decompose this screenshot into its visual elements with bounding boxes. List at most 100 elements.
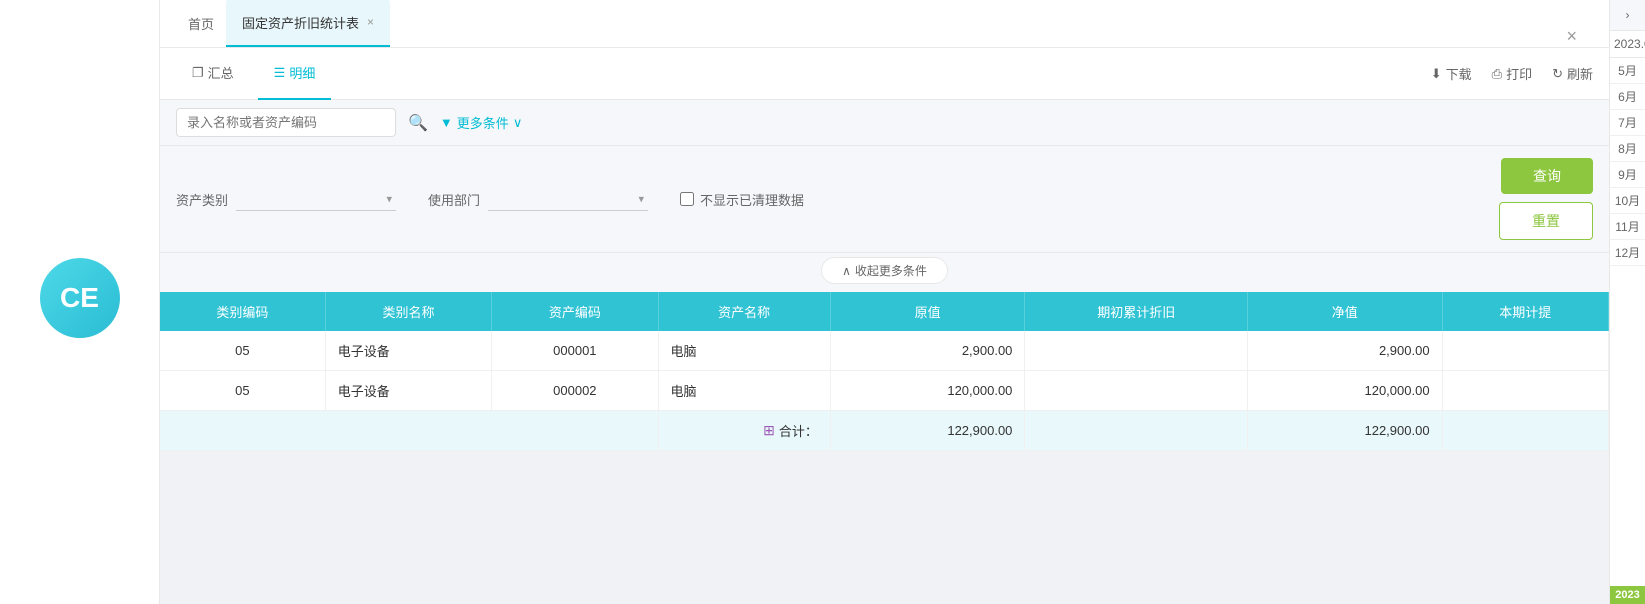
tab-close-button[interactable]: × (367, 15, 374, 29)
asset-category-select[interactable] (236, 187, 396, 211)
month-item-12[interactable]: 12月 (1610, 240, 1645, 266)
total-empty-1 (160, 411, 658, 451)
print-button[interactable]: ⎙ 打印 (1492, 64, 1532, 83)
hide-cleared-checkbox[interactable] (680, 192, 694, 206)
col-original-value: 原值 (830, 292, 1025, 331)
chevron-down-icon: ∨ (513, 115, 523, 131)
hide-cleared-label: 不显示已清理数据 (700, 190, 804, 209)
logo-text: CE (60, 282, 99, 314)
month-item-8[interactable]: 8月 (1610, 136, 1645, 162)
table-total-row: ⊞ 合计： 122,900.00 122,900.00 (160, 411, 1609, 451)
filter-department: 使用部门 (428, 187, 648, 211)
toolbar: ❐ 汇总 ☰ 明细 ⬇ 下载 ⎙ 打印 ↻ 刷新 (160, 48, 1609, 100)
col-category-code: 类别编码 (160, 292, 325, 331)
month-item-7[interactable]: 7月 (1610, 110, 1645, 136)
collapse-bar: ∧ 收起更多条件 (160, 253, 1609, 292)
row1-net-value: 2,900.00 (1247, 331, 1442, 371)
reset-button[interactable]: 重置 (1499, 202, 1593, 240)
tab-bar: 首页 固定资产折旧统计表 × × (160, 0, 1609, 48)
year-badge[interactable]: 2023 (1610, 586, 1645, 604)
total-label-cell: ⊞ 合计： (658, 411, 830, 451)
depreciation-table: 类别编码 类别名称 资产编码 资产名称 原值 期初累计折旧 净值 本期计提 05… (160, 292, 1609, 451)
tab-home[interactable]: 首页 (176, 0, 226, 47)
col-category-name: 类别名称 (325, 292, 491, 331)
month-item-11[interactable]: 11月 (1610, 214, 1645, 240)
month-item-9[interactable]: 9月 (1610, 162, 1645, 188)
row2-asset-name: 电脑 (658, 371, 830, 411)
row1-category-name: 电子设备 (325, 331, 491, 371)
chevron-up-icon: ∧ (842, 264, 851, 278)
hide-cleared-checkbox-item: 不显示已清理数据 (680, 190, 804, 209)
col-asset-code: 资产编码 (492, 292, 658, 331)
filter-panel: 资产类别 使用部门 不显示已清理数据 (160, 146, 1609, 253)
row2-category-code: 05 (160, 371, 325, 411)
total-accumulated (1025, 411, 1248, 451)
table-container: 类别编码 类别名称 资产编码 资产名称 原值 期初累计折旧 净值 本期计提 05… (160, 292, 1609, 604)
tab-depreciation-label: 固定资产折旧统计表 (242, 13, 359, 32)
month-item-6[interactable]: 6月 (1610, 84, 1645, 110)
row1-current-dep (1442, 331, 1608, 371)
col-current-depreciation: 本期计提 (1442, 292, 1608, 331)
row2-current-dep (1442, 371, 1608, 411)
table-row[interactable]: 05 电子设备 000001 电脑 2,900.00 2,900.00 (160, 331, 1609, 371)
row2-category-name: 电子设备 (325, 371, 491, 411)
tab-depreciation[interactable]: 固定资产折旧统计表 × (226, 0, 390, 47)
row1-accumulated (1025, 331, 1248, 371)
logo-emblem: CE (40, 258, 120, 338)
table-row[interactable]: 05 电子设备 000002 电脑 120,000.00 120,000.00 (160, 371, 1609, 411)
filter-asset-category: 资产类别 (176, 187, 396, 211)
department-select-wrapper (488, 187, 648, 211)
row2-net-value: 120,000.00 (1247, 371, 1442, 411)
search-bar: 🔍 ▼ 更多条件 ∨ (160, 100, 1609, 146)
row1-original-value: 2,900.00 (830, 331, 1025, 371)
more-conditions-button[interactable]: ▼ 更多条件 ∨ (440, 113, 522, 132)
filter-row-1: 资产类别 使用部门 不显示已清理数据 (176, 158, 1593, 240)
row1-asset-code: 000001 (492, 331, 658, 371)
total-current-dep (1442, 411, 1608, 451)
refresh-icon: ↻ (1552, 66, 1563, 82)
query-button[interactable]: 查询 (1501, 158, 1593, 194)
layers-icon: ❐ (192, 65, 204, 81)
department-label: 使用部门 (428, 190, 480, 209)
toolbar-actions: ⬇ 下载 ⎙ 打印 ↻ 刷新 (1431, 64, 1593, 83)
total-label-text: 合计： (779, 421, 818, 440)
col-asset-name: 资产名称 (658, 292, 830, 331)
row1-asset-name: 电脑 (658, 331, 830, 371)
download-button[interactable]: ⬇ 下载 (1431, 64, 1472, 83)
collapse-label: 收起更多条件 (855, 262, 927, 279)
row2-accumulated (1025, 371, 1248, 411)
refresh-label: 刷新 (1567, 64, 1593, 83)
download-label: 下载 (1446, 64, 1472, 83)
more-conditions-label: 更多条件 (457, 113, 509, 132)
summary-view-button[interactable]: ❐ 汇总 (176, 48, 250, 100)
row2-asset-code: 000002 (492, 371, 658, 411)
tab-home-label: 首页 (188, 14, 214, 33)
total-net-value: 122,900.00 (1247, 411, 1442, 451)
print-icon: ⎙ (1492, 66, 1502, 82)
summary-label: 汇总 (208, 63, 234, 82)
col-accumulated-depreciation: 期初累计折旧 (1025, 292, 1248, 331)
month-item-5[interactable]: 5月 (1610, 58, 1645, 84)
detail-view-button[interactable]: ☰ 明细 (258, 48, 332, 100)
toolbar-view-toggle: ❐ 汇总 ☰ 明细 (176, 48, 331, 100)
refresh-button[interactable]: ↻ 刷新 (1552, 64, 1593, 83)
search-input[interactable] (176, 108, 396, 137)
department-select[interactable] (488, 187, 648, 211)
collapse-button[interactable]: ∧ 收起更多条件 (821, 257, 948, 284)
month-list: 5月 6月 7月 8月 9月 10月 11月 12月 (1610, 58, 1645, 586)
action-buttons: 查询 重置 (1499, 158, 1593, 240)
sidebar-logo: CE (0, 0, 160, 604)
asset-category-select-wrapper (236, 187, 396, 211)
month-item-10[interactable]: 10月 (1610, 188, 1645, 214)
asset-category-label: 资产类别 (176, 190, 228, 209)
row1-category-code: 05 (160, 331, 325, 371)
list-icon: ☰ (274, 65, 286, 81)
print-label: 打印 (1506, 64, 1532, 83)
col-net-value: 净值 (1247, 292, 1442, 331)
expand-panel-button[interactable]: › (1610, 0, 1645, 31)
table-header-row: 类别编码 类别名称 资产编码 资产名称 原值 期初累计折旧 净值 本期计提 (160, 292, 1609, 331)
window-close-button[interactable]: × (1566, 26, 1593, 47)
row2-original-value: 120,000.00 (830, 371, 1025, 411)
date-header: 2023.01 (1610, 31, 1645, 58)
search-icon[interactable]: 🔍 (408, 113, 428, 133)
